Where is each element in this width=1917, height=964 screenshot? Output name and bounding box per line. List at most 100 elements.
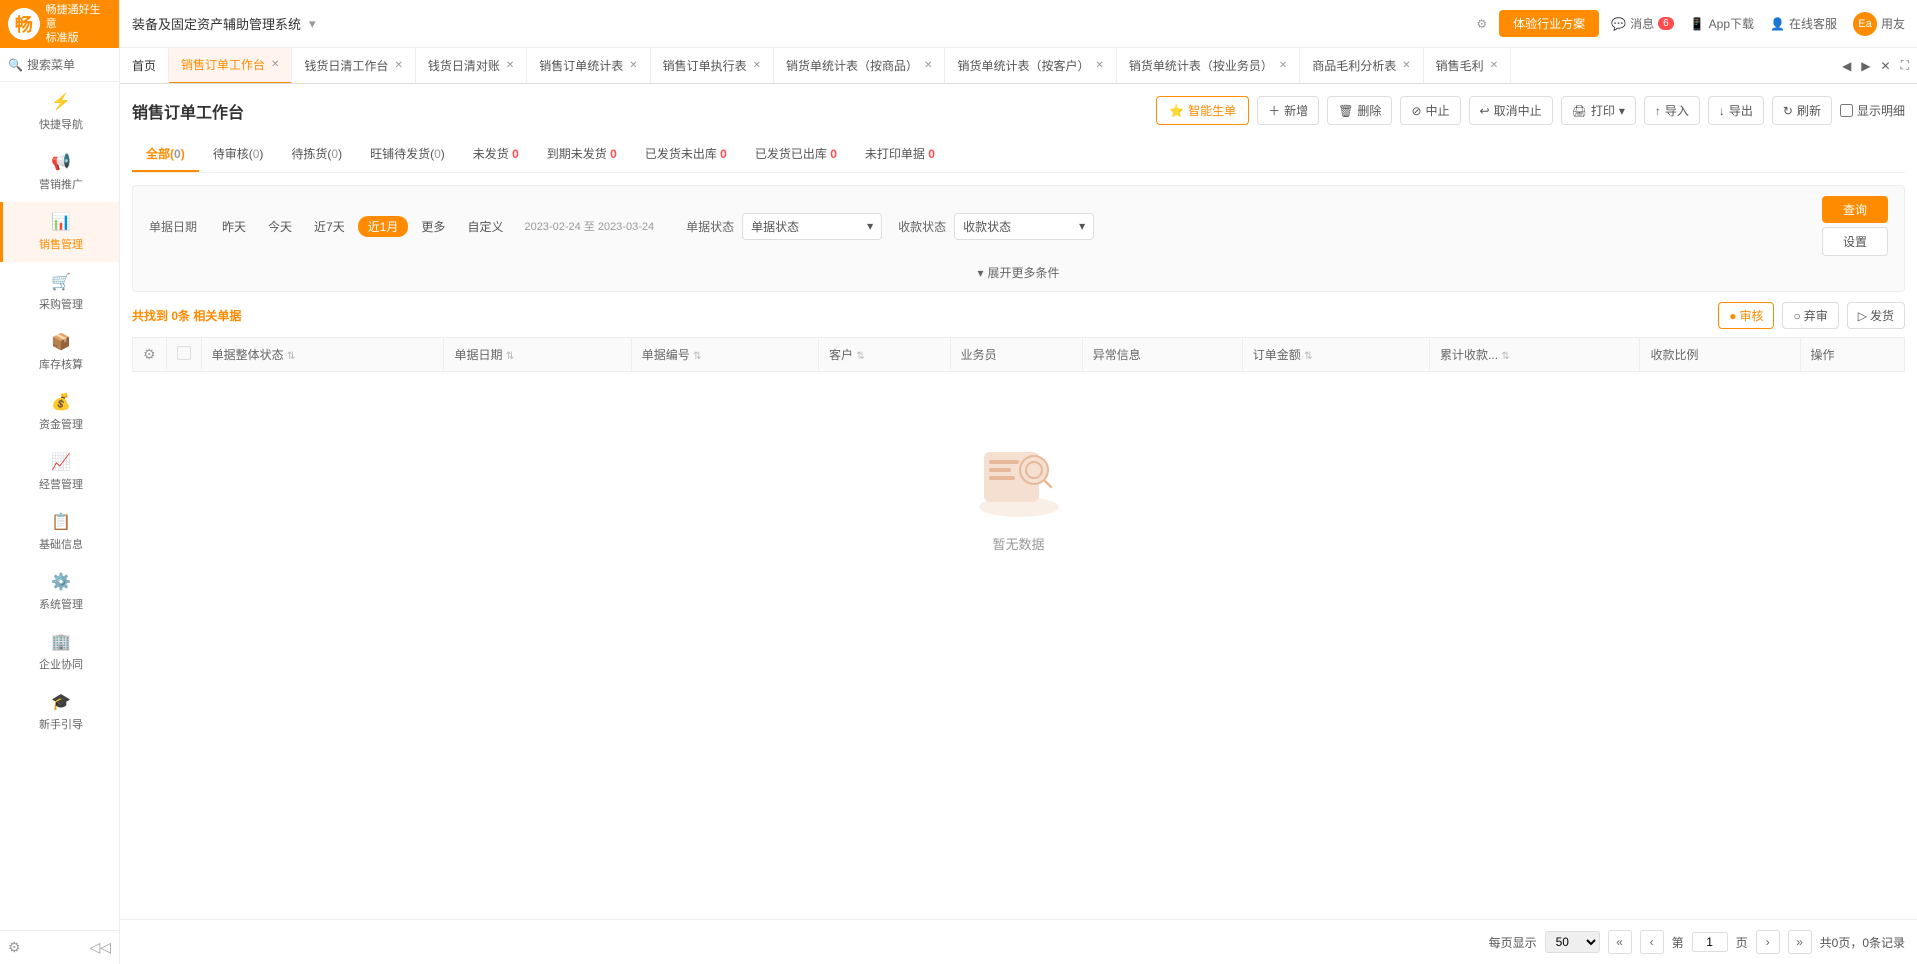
print-btn[interactable]: 🖨 打印 ▾	[1561, 96, 1636, 125]
sub-tab-overdue[interactable]: 到期未发货 0	[533, 137, 631, 172]
status-select[interactable]: 单据状态 ▾	[742, 213, 882, 240]
table-gear-icon[interactable]: ⚙	[143, 346, 156, 362]
smart-btn[interactable]: ⭐ 智能生单	[1156, 96, 1249, 125]
tab-close-icon[interactable]: ✕	[753, 60, 761, 71]
sidebar-item-finance[interactable]: 💰 资金管理	[0, 382, 119, 442]
tab-sales-customer[interactable]: 销货单统计表（按客户） ✕	[945, 48, 1116, 84]
audit-btn-label: 审核	[1739, 307, 1763, 324]
settings-bottom-icon[interactable]: ⚙	[8, 939, 21, 956]
trash-icon: 🗑	[1338, 104, 1353, 118]
tab-close-all-icon[interactable]: ✕	[1877, 57, 1895, 75]
tab-fullscreen-icon[interactable]: ⛶	[1897, 56, 1913, 75]
sub-tab-not-printed[interactable]: 未打印单据 0	[851, 137, 949, 172]
date-btn-more[interactable]: 更多	[412, 215, 454, 238]
tab-close-icon[interactable]: ✕	[506, 60, 514, 71]
tab-next-icon[interactable]: ▶	[1857, 57, 1874, 75]
stop-btn[interactable]: ⊘ 中止	[1400, 96, 1460, 125]
tab-home[interactable]: 首页	[120, 48, 169, 84]
ship-btn[interactable]: ▷ 发货	[1847, 302, 1905, 329]
header-checkbox[interactable]	[177, 346, 191, 360]
tab-close-icon[interactable]: ✕	[1279, 60, 1287, 71]
first-page-btn[interactable]: «	[1608, 930, 1632, 954]
filter-section: 单据日期 昨天 今天 近7天 近1月 更多 自定义 2023-02-24 至 2…	[132, 185, 1905, 292]
tab-margin[interactable]: 商品毛利分析表 ✕	[1300, 48, 1423, 84]
tab-close-icon[interactable]: ✕	[1490, 60, 1498, 71]
marketing-icon: 📢	[51, 152, 71, 172]
tab-cash-daily[interactable]: 钱货日清工作台 ✕	[292, 48, 415, 84]
sub-tab-pending-review[interactable]: 待审核(0)	[199, 137, 278, 172]
prev-page-btn[interactable]: ‹	[1640, 930, 1664, 954]
export-btn[interactable]: ↓ 导出	[1708, 96, 1764, 125]
show-detail-checkbox[interactable]: 显示明细	[1840, 102, 1905, 119]
tab-sales-order-workspace[interactable]: 销售订单工作台 ✕	[169, 48, 292, 84]
sidebar-item-inventory[interactable]: 📦 库存核算	[0, 322, 119, 382]
date-btn-custom[interactable]: 自定义	[458, 215, 512, 238]
tab-sales-profit[interactable]: 销售毛利 ✕	[1424, 48, 1511, 84]
industry-btn[interactable]: 体验行业方案	[1499, 10, 1599, 37]
tab-close-icon[interactable]: ✕	[924, 60, 932, 71]
cancel-stop-btn[interactable]: ↩ 取消中止	[1469, 96, 1553, 125]
sidebar-item-quicknav[interactable]: ⚡ 快捷导航	[0, 82, 119, 142]
sidebar-item-purchase[interactable]: 🛒 采购管理	[0, 262, 119, 322]
page-input[interactable]	[1692, 932, 1728, 952]
cancel-audit-btn[interactable]: ○ 弃审	[1782, 302, 1838, 329]
date-btn-today[interactable]: 今天	[259, 215, 301, 238]
sidebar-item-sales[interactable]: 📊 销售管理	[0, 202, 119, 262]
settings-filter-btn[interactable]: 设置	[1822, 227, 1888, 256]
sub-tab-wangpu[interactable]: 旺铺待发货(0)	[356, 137, 459, 172]
app-download-action[interactable]: 📱 App下载	[1690, 15, 1754, 32]
tab-sales-salesman[interactable]: 销货单统计表（按业务员） ✕	[1117, 48, 1300, 84]
query-btn[interactable]: 查询	[1822, 196, 1888, 223]
sub-tabs: 全部(0) 待审核(0) 待拣货(0) 旺铺待发货(0) 未发货 0 到期未发货…	[132, 137, 1905, 173]
last-page-btn[interactable]: »	[1788, 930, 1812, 954]
th-checkbox[interactable]	[166, 338, 201, 372]
online-service-action[interactable]: 👤 在线客服	[1770, 15, 1837, 32]
tab-close-icon[interactable]: ✕	[1402, 60, 1410, 71]
tab-close-icon[interactable]: ✕	[271, 59, 279, 70]
sub-tab-shipped-out[interactable]: 已发货已出库 0	[741, 137, 851, 172]
sub-tab-pending-inspect[interactable]: 待拣货(0)	[277, 137, 356, 172]
sidebar-item-basic[interactable]: 📋 基础信息	[0, 502, 119, 562]
tab-sales-stats[interactable]: 销售订单统计表 ✕	[527, 48, 650, 84]
th-settings[interactable]: ⚙	[133, 338, 167, 372]
tab-close-icon[interactable]: ✕	[394, 60, 402, 71]
per-page-select[interactable]: 50 100 200	[1545, 931, 1600, 953]
sidebar-item-marketing[interactable]: 📢 营销推广	[0, 142, 119, 202]
sidebar: 畅 畅捷通好生意 标准版 🔍 搜索菜单 ⚡ 快捷导航 📢 营销推广 📊 销售管理…	[0, 0, 120, 964]
sub-tab-shipped-not-out[interactable]: 已发货未出库 0	[631, 137, 741, 172]
payment-select[interactable]: 收款状态 ▾	[954, 213, 1094, 240]
sidebar-item-operations[interactable]: 📈 经营管理	[0, 442, 119, 502]
date-btn-yesterday[interactable]: 昨天	[213, 215, 255, 238]
tab-close-icon[interactable]: ✕	[629, 60, 637, 71]
sidebar-item-enterprise[interactable]: 🏢 企业协同	[0, 622, 119, 682]
show-detail-input[interactable]	[1840, 104, 1853, 117]
audit-icon: ●	[1729, 309, 1736, 323]
date-btn-7days[interactable]: 近7天	[305, 215, 354, 238]
tab-sales-product[interactable]: 销货单统计表（按商品） ✕	[774, 48, 945, 84]
empty-state: 暂无数据	[133, 372, 1905, 613]
new-btn[interactable]: ＋ 新增	[1257, 96, 1319, 125]
sidebar-item-system[interactable]: ⚙️ 系统管理	[0, 562, 119, 622]
tab-sales-exec[interactable]: 销售订单执行表 ✕	[651, 48, 774, 84]
refresh-btn[interactable]: ↻ 刷新	[1772, 96, 1832, 125]
tab-prev-icon[interactable]: ◀	[1838, 57, 1855, 75]
sub-tab-not-shipped[interactable]: 未发货 0	[459, 137, 533, 172]
topbar-gear-icon[interactable]: ⚙	[1476, 17, 1487, 31]
sidebar-item-tutorial[interactable]: 🎓 新手引导	[0, 682, 119, 742]
audit-btn[interactable]: ● 审核	[1718, 302, 1774, 329]
next-page-btn[interactable]: ›	[1756, 930, 1780, 954]
tab-cash-reconcile[interactable]: 钱货日清对账 ✕	[416, 48, 527, 84]
import-btn[interactable]: ↑ 导入	[1644, 96, 1700, 125]
message-action[interactable]: 💬 消息 6	[1611, 15, 1674, 32]
collapse-icon[interactable]: ◁◁	[89, 939, 111, 956]
topbar: 装备及固定资产辅助管理系统 ▾ ⚙ 体验行业方案 💬 消息 6 📱 App下载 …	[120, 0, 1917, 48]
tab-close-icon[interactable]: ✕	[1095, 60, 1103, 71]
delete-btn[interactable]: 🗑 删除	[1327, 96, 1392, 125]
expand-btn[interactable]: ▾ 展开更多条件	[149, 264, 1888, 281]
sidebar-search-menu[interactable]: 🔍 搜索菜单	[0, 48, 119, 82]
sidebar-item-label: 营销推广	[39, 176, 83, 192]
sidebar-item-label: 企业协同	[39, 656, 83, 672]
sub-tab-all[interactable]: 全部(0)	[132, 137, 199, 172]
user-action[interactable]: Ea 用友	[1853, 12, 1905, 36]
date-btn-1month[interactable]: 近1月	[358, 216, 409, 237]
